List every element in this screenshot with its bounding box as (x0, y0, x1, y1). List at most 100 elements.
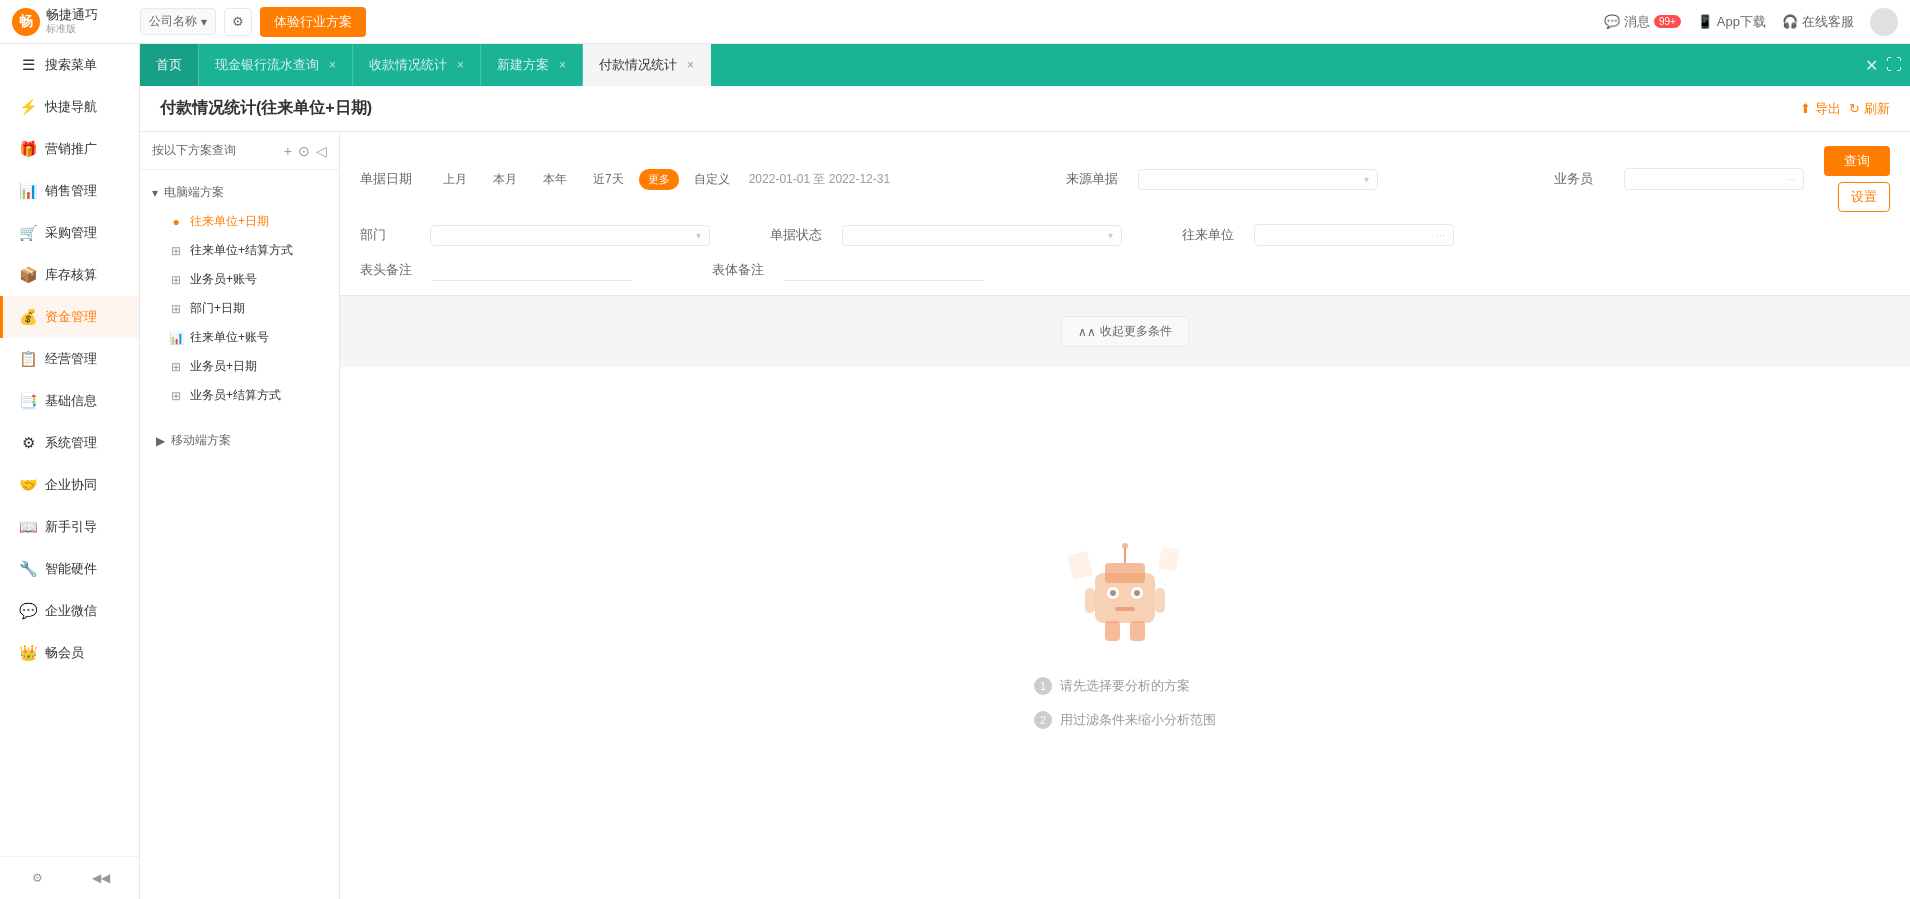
service-item[interactable]: 🎧 在线客服 (1782, 13, 1854, 31)
sidebar-item-search-menu[interactable]: ☰ 搜索菜单 (0, 44, 139, 86)
sidebar-item-marketing[interactable]: 🎁 营销推广 (0, 128, 139, 170)
status-select-arrow-icon: ▾ (1108, 230, 1113, 241)
sidebar-item-system[interactable]: ⚙ 系统管理 (0, 422, 139, 464)
panel-section-mobile: ▶ 移动端方案 (140, 418, 339, 463)
sales-icon: 📊 (19, 182, 37, 200)
sidebar-label-wechat: 企业微信 (45, 602, 97, 620)
filter-tag-this-month[interactable]: 本月 (482, 167, 528, 192)
panel-header-actions: + ⊙ ◁ (284, 143, 327, 159)
sidebar-item-member[interactable]: 👑 畅会员 (0, 632, 139, 674)
tree-item-salesperson-date[interactable]: ⊞ 业务员+日期 (140, 352, 339, 381)
tab-bank-flow-label: 现金银行流水查询 (215, 56, 319, 74)
tree-item-salesperson-account[interactable]: ⊞ 业务员+账号 (140, 265, 339, 294)
tab-payment-stats[interactable]: 付款情况统计 × (583, 44, 711, 86)
partner-field[interactable]: ··· (1254, 224, 1454, 246)
tree-item-partner-account-label: 往来单位+账号 (190, 329, 269, 346)
app-icon: 📱 (1697, 14, 1713, 29)
tab-receipt-stats[interactable]: 收款情况统计 × (353, 44, 481, 86)
tab-payment-stats-close-icon[interactable]: × (687, 58, 694, 72)
status-filter-label: 单据状态 (770, 226, 822, 244)
sidebar-bottom-settings-button[interactable]: ⚙ (8, 865, 68, 891)
sidebar-item-guide[interactable]: 📖 新手引导 (0, 506, 139, 548)
source-select[interactable]: ▾ (1138, 169, 1378, 190)
sidebar-collapse-button[interactable]: ◀◀ (72, 865, 132, 891)
tip-num-2: 2 (1034, 711, 1052, 729)
company-name: 公司名称 (149, 13, 197, 30)
empty-tip-row-2: 2 用过滤条件来缩小分析范围 (1034, 707, 1216, 733)
refresh-button[interactable]: ↻ 刷新 (1849, 100, 1890, 118)
tree-item-salesperson-settlement[interactable]: ⊞ 业务员+结算方式 (140, 381, 339, 410)
sidebar-label-system: 系统管理 (45, 434, 97, 452)
query-button[interactable]: 查询 (1824, 146, 1890, 176)
filter-tag-more[interactable]: 更多 (639, 169, 679, 190)
sidebar-item-basic[interactable]: 📑 基础信息 (0, 380, 139, 422)
sidebar-item-operation[interactable]: 📋 经营管理 (0, 338, 139, 380)
dept-select[interactable]: ▾ (430, 225, 710, 246)
tab-expand-icon[interactable]: ⛶ (1886, 56, 1902, 74)
collapse-button[interactable]: ∧∧ 收起更多条件 (1061, 316, 1189, 347)
guide-icon: 📖 (19, 518, 37, 536)
header-remark-input[interactable] (432, 258, 632, 281)
operation-icon: 📋 (19, 350, 37, 368)
filter-tag-this-year[interactable]: 本年 (532, 167, 578, 192)
settings-icon[interactable]: ⚙ (224, 8, 252, 36)
logo-area: 畅 畅捷通巧 标准版 (12, 7, 132, 37)
collapse-btn-label: 收起更多条件 (1100, 323, 1172, 340)
filter-tag-last-7-days[interactable]: 近7天 (582, 167, 635, 192)
sidebar-label-purchase: 采购管理 (45, 224, 97, 242)
sidebar-item-purchase[interactable]: 🛒 采购管理 (0, 212, 139, 254)
sidebar-item-collab[interactable]: 🤝 企业协同 (0, 464, 139, 506)
page-header: 付款情况统计(往来单位+日期) ⬆ 导出 ↻ 刷新 (140, 86, 1910, 132)
tree-item-partner-settlement[interactable]: ⊞ 往来单位+结算方式 (140, 236, 339, 265)
tab-home[interactable]: 首页 (140, 44, 199, 86)
empty-tip-2-text: 用过滤条件来缩小分析范围 (1060, 707, 1216, 733)
tree-item-dept-date[interactable]: ⊞ 部门+日期 (140, 294, 339, 323)
tree-item-partner-date[interactable]: ● 往来单位+日期 (140, 207, 339, 236)
panel-collapse-icon[interactable]: ◁ (316, 143, 327, 159)
message-item[interactable]: 💬 消息 99+ (1604, 13, 1681, 31)
trial-button[interactable]: 体验行业方案 (260, 7, 366, 37)
panel-section-mobile-header[interactable]: ▶ 移动端方案 (140, 426, 339, 455)
sidebar-item-finance[interactable]: 💰 资金管理 (0, 296, 139, 338)
company-selector[interactable]: 公司名称 ▾ (140, 8, 216, 35)
main-layout: ☰ 搜索菜单 ⚡ 快捷导航 🎁 营销推广 📊 销售管理 🛒 采购管理 📦 库存核… (0, 44, 1910, 899)
sidebar-item-inventory[interactable]: 📦 库存核算 (0, 254, 139, 296)
empty-tip-row-1: 1 请先选择要分析的方案 (1034, 673, 1216, 699)
sidebar-label-finance: 资金管理 (45, 308, 97, 326)
export-button[interactable]: ⬆ 导出 (1800, 100, 1841, 118)
body-remark-label: 表体备注 (712, 261, 764, 279)
source-select-arrow-icon: ▾ (1364, 174, 1369, 185)
message-label: 消息 (1624, 13, 1650, 31)
logo-sub: 标准版 (46, 22, 98, 36)
panel-section-desktop-header[interactable]: ▾ 电脑端方案 (140, 178, 339, 207)
tab-home-label: 首页 (156, 56, 182, 74)
tip-1-number: 1 (1040, 675, 1046, 697)
panel-add-icon[interactable]: + (284, 143, 292, 159)
avatar[interactable] (1870, 8, 1898, 36)
tab-bank-flow[interactable]: 现金银行流水查询 × (199, 44, 353, 86)
svg-rect-14 (1158, 547, 1180, 572)
tip-num-1: 1 (1034, 677, 1052, 695)
status-select[interactable]: ▾ (842, 225, 1122, 246)
tab-new-plan-close-icon[interactable]: × (559, 58, 566, 72)
tree-item-partner-account[interactable]: 📊 往来单位+账号 (140, 323, 339, 352)
tab-receipt-stats-close-icon[interactable]: × (457, 58, 464, 72)
sidebar-item-quick-nav[interactable]: ⚡ 快捷导航 (0, 86, 139, 128)
tab-new-plan[interactable]: 新建方案 × (481, 44, 583, 86)
sidebar-item-hardware[interactable]: 🔧 智能硬件 (0, 548, 139, 590)
export-icon: ⬆ (1800, 101, 1811, 116)
dept-filter-label: 部门 (360, 226, 410, 244)
filter-tag-last-month[interactable]: 上月 (432, 167, 478, 192)
panel-settings-icon[interactable]: ⊙ (298, 143, 310, 159)
sidebar-item-sales[interactable]: 📊 销售管理 (0, 170, 139, 212)
tab-close-all-icon[interactable]: ✕ (1865, 56, 1878, 75)
app-download-item[interactable]: 📱 App下载 (1697, 13, 1766, 31)
filter-tag-custom[interactable]: 自定义 (683, 167, 741, 192)
sidebar-bottom: ⚙ ◀◀ (0, 856, 139, 899)
salesperson-field[interactable]: ··· (1624, 168, 1804, 190)
page-title: 付款情况统计(往来单位+日期) (160, 98, 372, 119)
tab-bank-flow-close-icon[interactable]: × (329, 58, 336, 72)
sidebar-item-wechat[interactable]: 💬 企业微信 (0, 590, 139, 632)
body-remark-input[interactable] (784, 258, 984, 281)
settings-button[interactable]: 设置 (1838, 182, 1890, 212)
